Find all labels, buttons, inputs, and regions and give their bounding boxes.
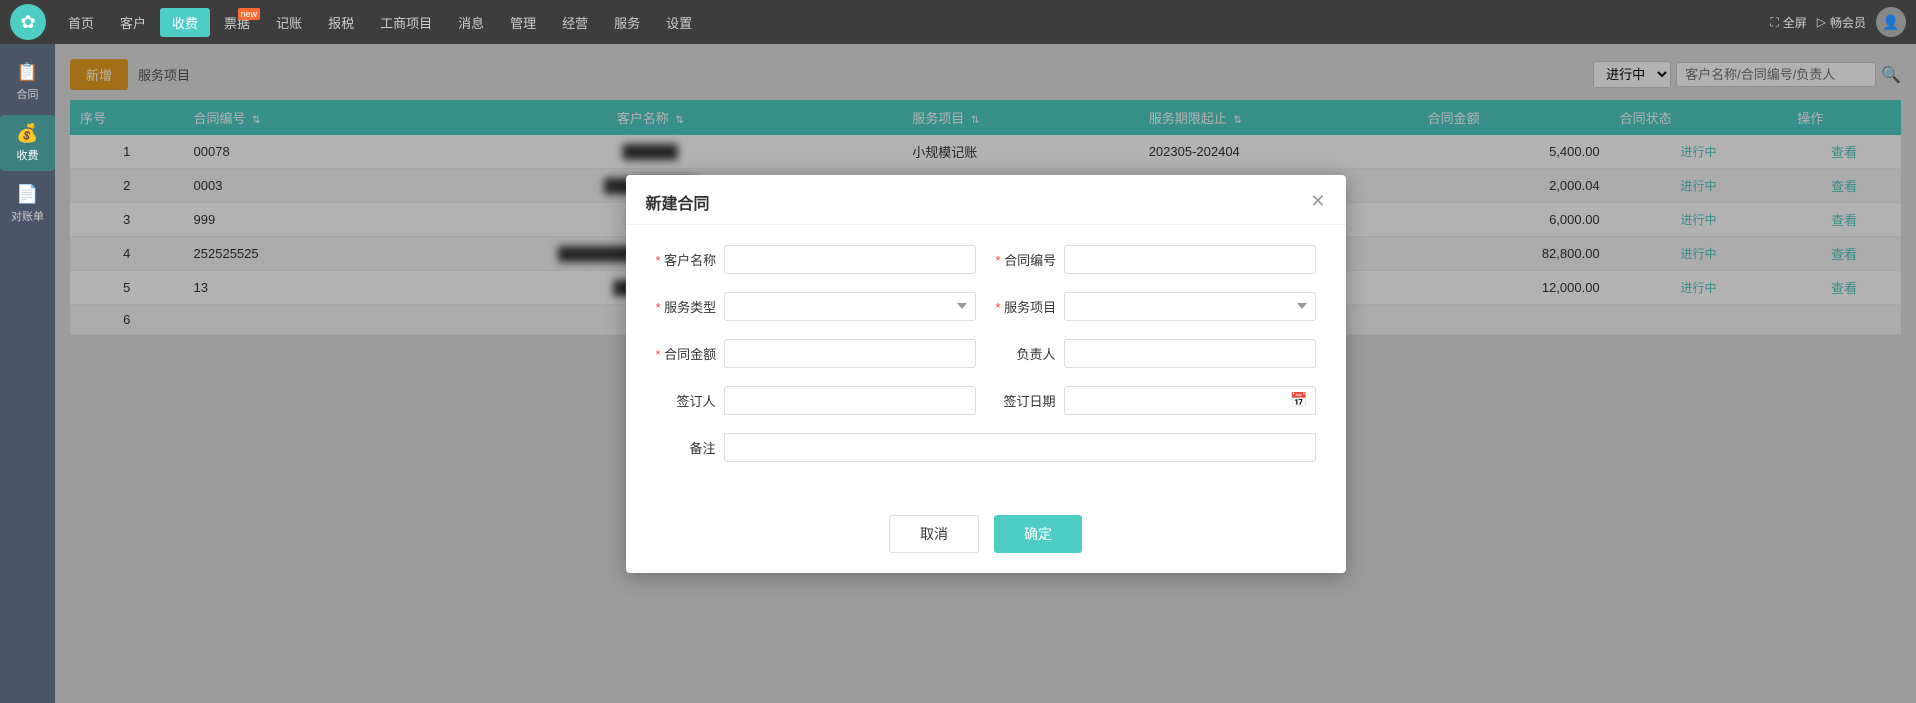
nav-right: ⛶ 全屏 ▷ 畅会员 👤: [1770, 7, 1906, 37]
nav-item-settings[interactable]: 设置: [654, 8, 704, 37]
fullscreen-button[interactable]: ⛶ 全屏: [1770, 14, 1806, 31]
main-layout: 📋 合同 💰 收费 📄 对账单 新增 服务项目 进行中 已完成 已取消 �: [0, 44, 1916, 703]
sidebar: 📋 合同 💰 收费 📄 对账单: [0, 44, 55, 703]
contract-icon: 📋: [16, 62, 38, 83]
responsible-input[interactable]: [1064, 339, 1316, 368]
fee-icon: 💰: [16, 123, 38, 144]
cancel-button[interactable]: 取消: [889, 515, 979, 553]
nav-item-operation[interactable]: 经营: [550, 8, 600, 37]
form-group-contract-no: 合同编号: [996, 245, 1316, 274]
form-row-3: 合同金额 0.00 负责人: [656, 339, 1316, 368]
sidebar-item-fee-label: 收费: [17, 147, 39, 163]
calendar-icon[interactable]: 📅: [1290, 392, 1307, 409]
form-group-remark: 备注: [656, 433, 1316, 462]
sign-date-label: 签订日期: [996, 391, 1056, 410]
contract-amount-input[interactable]: 0.00: [724, 339, 975, 368]
form-group-signer: 签订人: [656, 386, 976, 415]
service-item-select[interactable]: [1064, 292, 1315, 321]
fullscreen-label: 全屏: [1783, 14, 1807, 31]
service-type-label: 服务类型: [656, 297, 717, 316]
form-group-customer: 客户名称: [656, 245, 976, 274]
nav-item-home[interactable]: 首页: [56, 8, 106, 37]
nav-item-bookkeeping[interactable]: 记账: [264, 8, 314, 37]
signer-label: 签订人: [656, 391, 716, 410]
nav-item-invoice[interactable]: 票据 new: [212, 8, 262, 37]
remark-label: 备注: [656, 438, 716, 457]
nav-item-service[interactable]: 服务: [602, 8, 652, 37]
sidebar-item-fee[interactable]: 💰 收费: [0, 115, 55, 171]
modal-overlay: 新建合同 ✕ 客户名称 合同编号: [55, 44, 1916, 703]
nav-item-fee[interactable]: 收费: [160, 8, 210, 37]
contract-no-label: 合同编号: [996, 250, 1057, 269]
contract-amount-label: 合同金额: [656, 344, 717, 363]
sidebar-item-contract[interactable]: 📋 合同: [0, 54, 55, 110]
statement-icon: 📄: [16, 184, 38, 205]
new-contract-modal: 新建合同 ✕ 客户名称 合同编号: [626, 175, 1346, 573]
form-row-2: 服务类型 服务项目: [656, 292, 1316, 321]
top-nav: ✿ 首页 客户 收费 票据 new 记账 报税 工商项目 消息 管理 经营 服务…: [0, 0, 1916, 44]
new-badge: new: [238, 8, 261, 20]
play-icon: ▷: [1817, 15, 1826, 29]
remark-input[interactable]: [724, 433, 1316, 462]
customer-name-input[interactable]: [724, 245, 975, 274]
service-item-label: 服务项目: [996, 297, 1057, 316]
sidebar-item-statement-label: 对账单: [11, 208, 44, 224]
service-type-select[interactable]: [724, 292, 975, 321]
customer-name-label: 客户名称: [656, 250, 717, 269]
nav-item-business[interactable]: 工商项目: [368, 8, 444, 37]
date-input-wrapper: 2023-06-06 📅: [1064, 386, 1316, 415]
nav-item-message[interactable]: 消息: [446, 8, 496, 37]
modal-close-button[interactable]: ✕: [1310, 191, 1325, 212]
modal-body: 客户名称 合同编号 服务类型: [626, 225, 1346, 500]
sidebar-item-statement[interactable]: 📄 对账单: [0, 176, 55, 232]
form-row-5: 备注: [656, 433, 1316, 462]
form-group-service-type: 服务类型: [656, 292, 976, 321]
form-group-sign-date: 签订日期 2023-06-06 📅: [996, 386, 1316, 415]
logo: ✿: [10, 4, 46, 40]
vip-label: 畅会员: [1830, 14, 1866, 31]
modal-title: 新建合同: [646, 190, 710, 214]
content-area: 新增 服务项目 进行中 已完成 已取消 🔍 序号 合同编号 ⇅ 客户名称 ⇅ 服…: [55, 44, 1916, 703]
responsible-label: 负责人: [996, 344, 1056, 363]
nav-item-customer[interactable]: 客户: [108, 8, 158, 37]
sign-date-input[interactable]: 2023-06-06: [1064, 386, 1316, 415]
form-group-amount: 合同金额 0.00: [656, 339, 976, 368]
modal-footer: 取消 确定: [626, 500, 1346, 573]
modal-header: 新建合同 ✕: [626, 175, 1346, 225]
form-group-service-item: 服务项目: [996, 292, 1316, 321]
form-row-1: 客户名称 合同编号: [656, 245, 1316, 274]
fullscreen-icon: ⛶: [1770, 15, 1778, 30]
form-row-4: 签订人 签订日期 2023-06-06 📅: [656, 386, 1316, 415]
nav-items: 首页 客户 收费 票据 new 记账 报税 工商项目 消息 管理 经营 服务 设…: [56, 8, 1770, 37]
vip-button[interactable]: ▷ 畅会员: [1817, 14, 1866, 31]
avatar[interactable]: 👤: [1876, 7, 1906, 37]
signer-input[interactable]: [724, 386, 976, 415]
nav-item-tax[interactable]: 报税: [316, 8, 366, 37]
nav-item-manage[interactable]: 管理: [498, 8, 548, 37]
confirm-button[interactable]: 确定: [994, 515, 1082, 553]
form-group-responsible: 负责人: [996, 339, 1316, 368]
sidebar-item-contract-label: 合同: [17, 86, 39, 102]
contract-no-input[interactable]: [1064, 245, 1315, 274]
